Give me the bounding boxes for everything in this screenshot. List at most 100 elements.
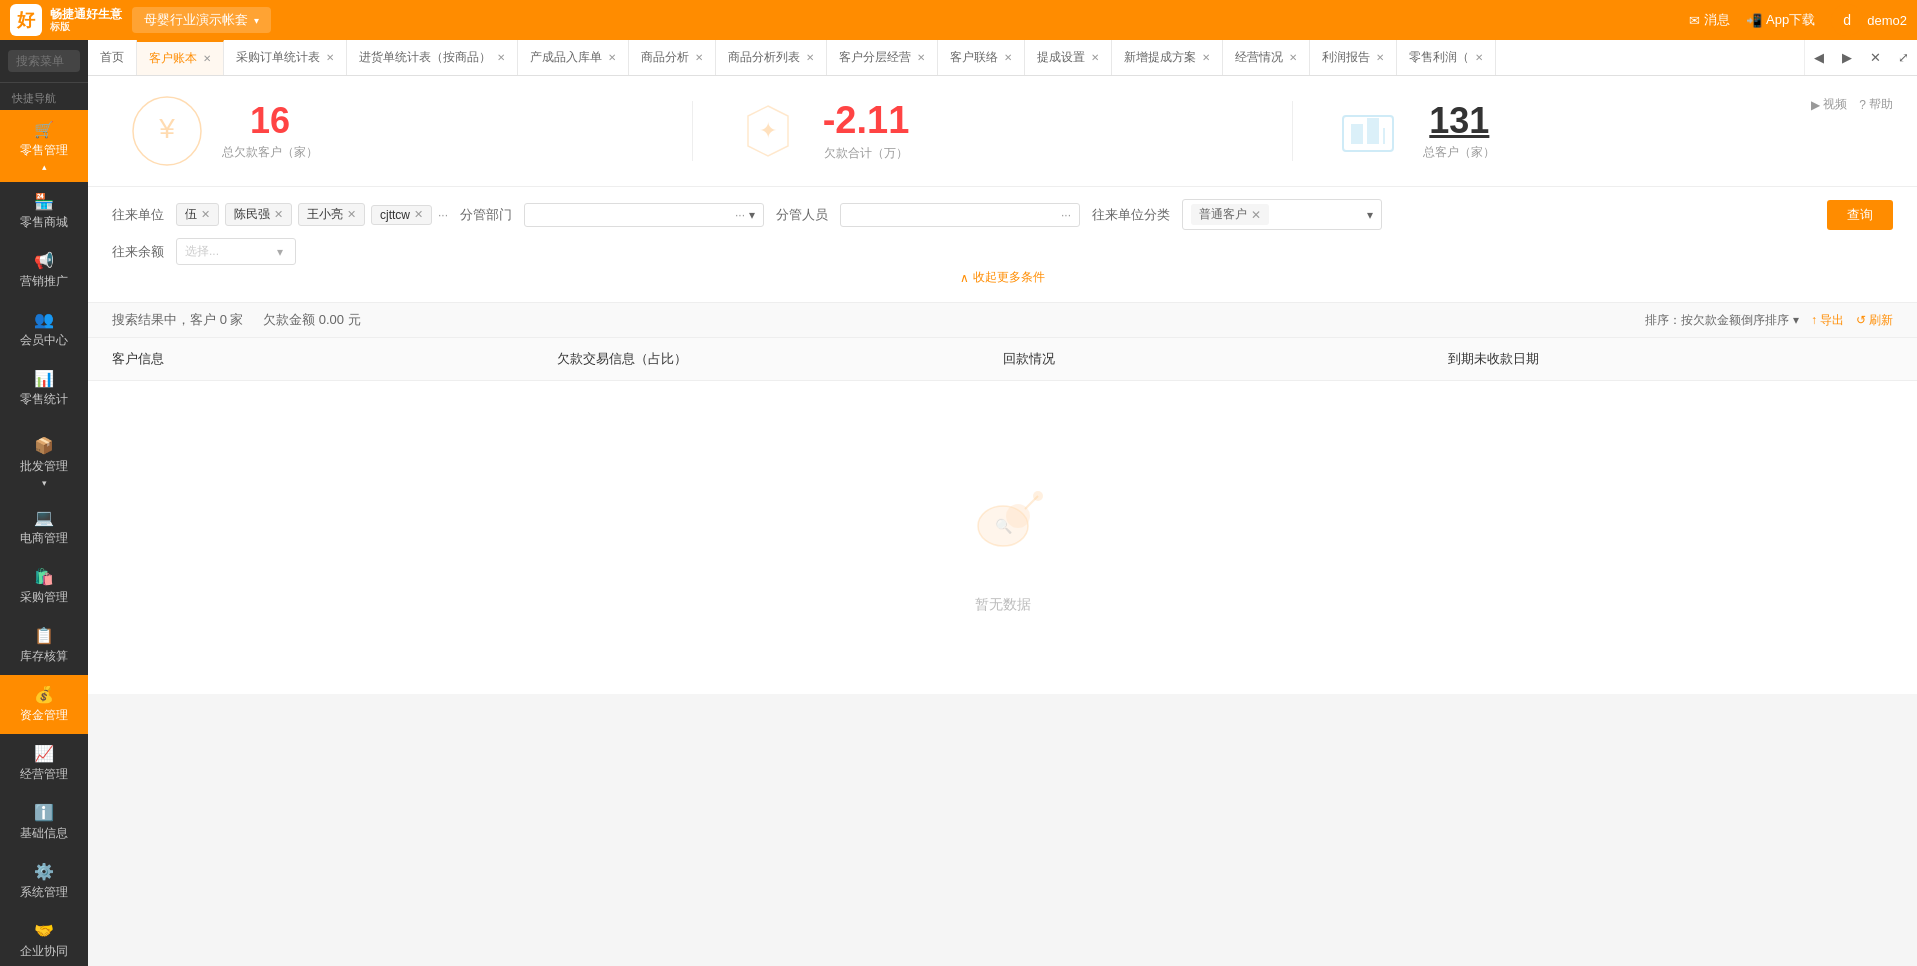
balance-filter-select[interactable]: 选择... ▾	[176, 238, 296, 265]
remove-tag-wang[interactable]: ✕	[347, 208, 356, 221]
app-download-button[interactable]: 📲 App下载	[1746, 11, 1815, 29]
user-profile[interactable]: d demo2	[1831, 4, 1907, 36]
store-selector[interactable]: 母婴行业演示帐套 ▾	[132, 7, 271, 33]
unit-tag-wu: 伍 ✕	[176, 203, 219, 226]
sidebar-item-label: 批发管理	[20, 458, 68, 475]
tab-close[interactable]: ✕	[917, 52, 925, 63]
sidebar-item-finance[interactable]: 💰 资金管理	[0, 675, 88, 734]
remove-classify-tag[interactable]: ✕	[1251, 208, 1261, 222]
sort-select[interactable]: 排序：按欠款金额倒序排序 ▾	[1645, 312, 1799, 329]
tab-product-analysis-list[interactable]: 商品分析列表 ✕	[716, 40, 827, 76]
person-filter-select[interactable]: ···	[840, 203, 1080, 227]
sidebar-item-label: 零售统计	[20, 391, 68, 408]
sidebar-item-system[interactable]: ⚙️ 系统管理	[0, 852, 88, 911]
classify-tag-normal: 普通客户 ✕	[1191, 204, 1269, 225]
tab-close[interactable]: ✕	[608, 52, 616, 63]
tab-close[interactable]: ✕	[1376, 52, 1384, 63]
sidebar: 快捷导航 🛒 零售管理 ▴ 🏪 零售商城 📢 营销推广 👥 会员中心 📊 零售统…	[0, 40, 88, 966]
tab-prev-button[interactable]: ◀	[1805, 40, 1833, 76]
refresh-button[interactable]: ↺ 刷新	[1856, 312, 1893, 329]
messages-button[interactable]: ✉ 消息	[1689, 11, 1730, 29]
tab-retail-profit[interactable]: 零售利润（ ✕	[1397, 40, 1496, 76]
sidebar-item-label: 电商管理	[20, 530, 68, 547]
tab-product-instock[interactable]: 产成品入库单 ✕	[518, 40, 629, 76]
amount-icon: ✦	[733, 96, 803, 166]
tab-label: 新增提成方案	[1124, 49, 1196, 66]
tab-close[interactable]: ✕	[1202, 52, 1210, 63]
more-icon: ···	[735, 208, 745, 222]
tab-home[interactable]: 首页	[88, 40, 137, 76]
unit-filter-tags: 伍 ✕ 陈民强 ✕ 王小亮 ✕	[176, 203, 448, 226]
tab-profit-report[interactable]: 利润报告 ✕	[1310, 40, 1397, 76]
sidebar-item-label: 营销推广	[20, 273, 68, 290]
tab-label: 商品分析	[641, 49, 689, 66]
classify-filter-select[interactable]: 普通客户 ✕ ▾	[1182, 199, 1382, 230]
collapse-button[interactable]: ∧ 收起更多条件	[112, 269, 1893, 286]
sidebar-item-retail[interactable]: 🛒 零售管理 ▴	[0, 110, 88, 182]
tab-biz-status[interactable]: 经营情况 ✕	[1223, 40, 1310, 76]
tab-close[interactable]: ✕	[1004, 52, 1012, 63]
sort-label: 排序：按欠款金额倒序排序	[1645, 312, 1789, 329]
main-area: 快捷导航 🛒 零售管理 ▴ 🏪 零售商城 📢 营销推广 👥 会员中心 📊 零售统…	[0, 40, 1917, 966]
tab-close[interactable]: ✕	[806, 52, 814, 63]
sidebar-item-marketing[interactable]: 📢 营销推广	[0, 241, 88, 300]
tab-incoming-stats[interactable]: 进货单统计表（按商品） ✕	[347, 40, 518, 76]
tab-customer-tier[interactable]: 客户分层经营 ✕	[827, 40, 938, 76]
tab-maximize-button[interactable]: ⤢	[1889, 40, 1917, 76]
sidebar-item-ecom[interactable]: 💻 电商管理	[0, 498, 88, 557]
sidebar-item-retail-stats[interactable]: 📊 零售统计	[0, 359, 88, 418]
sidebar-item-label: 零售商城	[20, 214, 68, 231]
table-header: 客户信息 欠款交易信息（占比） 回款情况 到期未收款日期	[88, 338, 1917, 381]
sidebar-item-purchase[interactable]: 🛍️ 采购管理	[0, 557, 88, 616]
tab-accounts-close[interactable]: ✕	[203, 53, 211, 64]
tab-close[interactable]: ✕	[1289, 52, 1297, 63]
sidebar-item-retail-shop[interactable]: 🏪 零售商城	[0, 182, 88, 241]
collab-icon: 🤝	[34, 921, 54, 940]
sidebar-item-inventory[interactable]: 📋 库存核算	[0, 616, 88, 675]
refresh-icon: ↺	[1856, 313, 1866, 327]
results-bar: 搜索结果中，客户 0 家 欠款金额 0.00 元 排序：按欠款金额倒序排序 ▾	[88, 303, 1917, 338]
chevron-down-icon: ▾	[1793, 313, 1799, 327]
video-help-link[interactable]: ▶ 视频	[1811, 96, 1847, 113]
tab-accounts[interactable]: 客户账本 ✕	[137, 40, 224, 76]
app-container: 好 畅捷通好生意 标版 母婴行业演示帐套 ▾ ✉ 消息 📲 App下载 d	[0, 0, 1917, 966]
arrow-icon: ▾	[42, 478, 47, 488]
sidebar-item-member[interactable]: 👥 会员中心	[0, 300, 88, 359]
tab-customer-contact[interactable]: 客户联络 ✕	[938, 40, 1025, 76]
tab-next-button[interactable]: ▶	[1833, 40, 1861, 76]
tab-purchase-orders[interactable]: 采购订单统计表 ✕	[224, 40, 347, 76]
tab-close[interactable]: ✕	[326, 52, 334, 63]
filter-more-button[interactable]: ···	[438, 208, 448, 222]
svg-point-11	[1033, 491, 1043, 501]
sidebar-item-basic-info[interactable]: ℹ️ 基础信息	[0, 793, 88, 852]
remove-tag-cjttcw[interactable]: ✕	[414, 208, 423, 221]
tab-close[interactable]: ✕	[497, 52, 505, 63]
sidebar-item-operations[interactable]: 📈 经营管理	[0, 734, 88, 793]
tab-close[interactable]: ✕	[695, 52, 703, 63]
tab-product-analysis[interactable]: 商品分析 ✕	[629, 40, 716, 76]
sidebar-item-label: 采购管理	[20, 589, 68, 606]
tab-close[interactable]: ✕	[1091, 52, 1099, 63]
remove-tag-wu[interactable]: ✕	[201, 208, 210, 221]
results-info: 搜索结果中，客户 0 家 欠款金额 0.00 元	[112, 311, 361, 329]
empty-illustration: 🔍	[953, 461, 1053, 561]
main-content: ¥ 16 总欠款客户（家）	[88, 76, 1917, 966]
sidebar-item-batch[interactable]: 📦 批发管理 ▾	[0, 426, 88, 498]
tab-close[interactable]: ✕	[1475, 52, 1483, 63]
export-button[interactable]: ↑ 导出	[1811, 312, 1844, 329]
help-link[interactable]: ? 帮助	[1859, 96, 1893, 113]
empty-icon: 🔍	[953, 461, 1053, 580]
search-input[interactable]	[8, 50, 80, 72]
remove-tag-chen[interactable]: ✕	[274, 208, 283, 221]
svg-text:🔍: 🔍	[994, 518, 1012, 535]
tab-promo-settings[interactable]: 提成设置 ✕	[1025, 40, 1112, 76]
sidebar-item-corp-collab[interactable]: 🤝 企业协同	[0, 911, 88, 966]
tab-controls: ◀ ▶ ✕ ⤢	[1804, 40, 1917, 76]
dept-filter-select[interactable]: ··· ▾	[524, 203, 764, 227]
query-button[interactable]: 查询	[1827, 200, 1893, 230]
sidebar-item-label: 基础信息	[20, 825, 68, 842]
video-icon: ▶	[1811, 98, 1820, 112]
tab-new-promo[interactable]: 新增提成方案 ✕	[1112, 40, 1223, 76]
sidebar-item-label: 零售管理	[20, 142, 68, 159]
tab-close-all-button[interactable]: ✕	[1861, 40, 1889, 76]
